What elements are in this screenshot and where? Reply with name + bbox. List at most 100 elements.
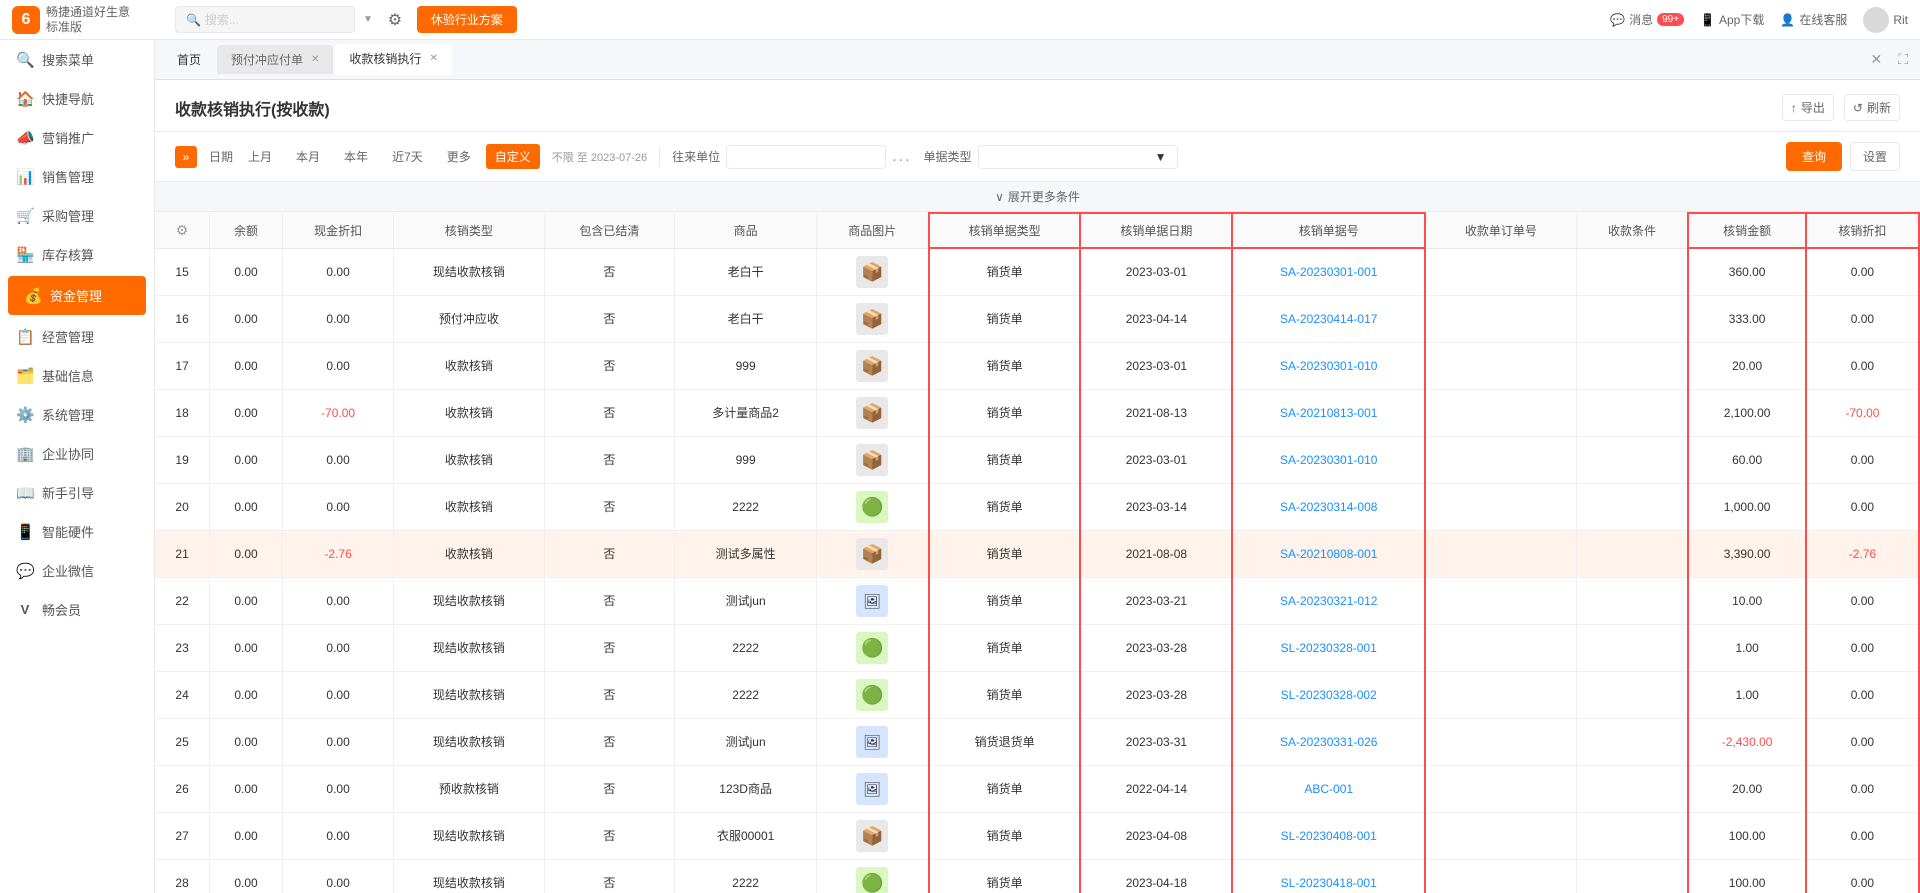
search-menu-icon: 🔍 xyxy=(16,51,34,69)
dropdown-arrow-icon[interactable]: ▼ xyxy=(363,14,373,25)
td-balance: 0.00 xyxy=(210,436,283,483)
verify-no-link[interactable]: SL-20230418-001 xyxy=(1281,876,1377,890)
expand-icon: ∨ xyxy=(995,190,1004,204)
verify-no-link[interactable]: SA-20230301-010 xyxy=(1280,359,1377,373)
purchase-icon: 🛒 xyxy=(16,207,34,225)
td-include-settled: 否 xyxy=(544,624,675,671)
td-cash-discount: -70.00 xyxy=(282,389,393,436)
verify-no-link[interactable]: SA-20230314-008 xyxy=(1280,500,1377,514)
verify-no-link[interactable]: SA-20210813-001 xyxy=(1280,406,1377,420)
filter-toggle-button[interactable]: » xyxy=(175,146,197,168)
this-year-btn[interactable]: 本年 xyxy=(335,144,377,169)
product-image: 🖼 xyxy=(856,773,888,805)
top-bar-center: 🔍 搜索... ▼ ⚙ 休验行业方案 xyxy=(175,6,1602,34)
sidebar-item-hardware[interactable]: 📱 智能硬件 xyxy=(0,512,154,551)
settings-button[interactable]: 设置 xyxy=(1850,142,1900,171)
gear-button[interactable]: ⚙ xyxy=(381,6,409,34)
message-button[interactable]: 💬 消息 99+ xyxy=(1610,11,1684,28)
verify-no-link[interactable]: SA-20230414-017 xyxy=(1280,312,1377,326)
tab-prepay-close-icon[interactable]: ✕ xyxy=(311,54,319,65)
date-filter-label: 日期 xyxy=(209,148,233,165)
close-window-icon[interactable]: ✕ xyxy=(1866,47,1886,72)
td-row-num: 23 xyxy=(155,624,210,671)
top-search[interactable]: 🔍 搜索... xyxy=(175,6,355,33)
product-image: 📦 xyxy=(856,303,888,335)
td-verify-discount: 0.00 xyxy=(1806,295,1919,342)
td-cash-discount: 0.00 xyxy=(282,436,393,483)
th-goods: 商品 xyxy=(675,213,817,248)
sidebar-item-basic-info[interactable]: 🗂️ 基础信息 xyxy=(0,356,154,395)
sidebar-item-guide[interactable]: 📖 新手引导 xyxy=(0,473,154,512)
column-settings-icon[interactable]: ⚙ xyxy=(176,222,189,238)
sidebar-item-search-menu[interactable]: 🔍 搜索菜单 xyxy=(0,40,154,79)
td-verify-discount: 0.00 xyxy=(1806,624,1919,671)
expand-more-conditions-button[interactable]: ∨ 展开更多条件 xyxy=(995,188,1080,205)
td-verify-discount: 0.00 xyxy=(1806,436,1919,483)
sidebar-item-corp[interactable]: 🏢 企业协同 xyxy=(0,434,154,473)
verify-no-link[interactable]: SA-20230331-026 xyxy=(1280,735,1377,749)
sidebar-item-wechat[interactable]: 💬 企业微信 xyxy=(0,551,154,590)
sidebar-item-quick-nav[interactable]: 🏠 快捷导航 xyxy=(0,79,154,118)
product-image: 📦 xyxy=(856,820,888,852)
td-collection-order xyxy=(1425,624,1576,671)
sidebar-item-system[interactable]: ⚙️ 系统管理 xyxy=(0,395,154,434)
last-month-btn[interactable]: 上月 xyxy=(239,144,281,169)
sidebar-item-finance[interactable]: 💰 资金管理 xyxy=(8,276,146,315)
industry-solution-button[interactable]: 休验行业方案 xyxy=(417,6,517,33)
td-verify-bill-type: 销货退货单 xyxy=(929,718,1081,765)
refresh-button[interactable]: ↺ 刷新 xyxy=(1844,94,1900,121)
verify-no-link[interactable]: SA-20230301-010 xyxy=(1280,453,1377,467)
query-button[interactable]: 查询 xyxy=(1786,142,1842,171)
td-balance: 0.00 xyxy=(210,295,283,342)
verify-no-link[interactable]: SA-20230301-001 xyxy=(1280,265,1377,279)
app-download-button[interactable]: 📱 App下载 xyxy=(1700,11,1764,28)
verify-no-link[interactable]: ABC-001 xyxy=(1304,782,1353,796)
export-button[interactable]: ↑ 导出 xyxy=(1782,94,1834,121)
online-service-button[interactable]: 👤 在线客服 xyxy=(1780,11,1847,28)
sidebar-item-sales[interactable]: 📊 销售管理 xyxy=(0,157,154,196)
sidebar-item-member[interactable]: V 畅会员 xyxy=(0,590,154,629)
sidebar-item-marketing[interactable]: 📣 营销推广 xyxy=(0,118,154,157)
td-verify-amount: 1,000.00 xyxy=(1688,483,1805,530)
table-container[interactable]: ⚙ 余额 现金折扣 核销类型 包含已结清 商品 商品图片 核销单据类型 核销单据… xyxy=(155,212,1920,893)
tab-collection[interactable]: 收款核销执行 ✕ xyxy=(335,44,451,75)
sidebar-item-inventory[interactable]: 🏪 库存核算 xyxy=(0,235,154,274)
td-include-settled: 否 xyxy=(544,671,675,718)
user-info[interactable]: Rit xyxy=(1863,7,1908,33)
verify-no-link[interactable]: SL-20230408-001 xyxy=(1281,829,1377,843)
product-image: 📦 xyxy=(856,444,888,476)
maximize-icon[interactable]: ⛶ xyxy=(1894,47,1912,72)
td-balance: 0.00 xyxy=(210,671,283,718)
product-image: 🖼 xyxy=(856,726,888,758)
custom-date-btn[interactable]: 自定义 xyxy=(486,144,540,169)
filter-divider-1 xyxy=(659,147,660,167)
td-cash-discount: 0.00 xyxy=(282,812,393,859)
td-verify-discount: 0.00 xyxy=(1806,342,1919,389)
sidebar-item-operation[interactable]: 📋 经营管理 xyxy=(0,317,154,356)
more-date-btn[interactable]: 更多 xyxy=(438,144,480,169)
td-verify-type: 收款核销 xyxy=(394,436,544,483)
product-image: 🖼 xyxy=(856,585,888,617)
product-image: 📦 xyxy=(856,538,888,570)
td-verify-amount: 10.00 xyxy=(1688,577,1805,624)
tab-home[interactable]: 首页 xyxy=(163,45,215,74)
td-verify-amount: 20.00 xyxy=(1688,765,1805,812)
td-balance: 0.00 xyxy=(210,624,283,671)
verify-no-link[interactable]: SL-20230328-002 xyxy=(1281,688,1377,702)
party-input[interactable] xyxy=(726,145,886,169)
bill-type-select[interactable]: ▼ xyxy=(978,145,1178,169)
td-collection-order xyxy=(1425,718,1576,765)
tab-collection-close-icon[interactable]: ✕ xyxy=(429,53,437,64)
verify-no-link[interactable]: SA-20230321-012 xyxy=(1280,594,1377,608)
verify-no-link[interactable]: SA-20210808-001 xyxy=(1280,547,1377,561)
td-include-settled: 否 xyxy=(544,577,675,624)
tab-prepay[interactable]: 预付冲应付单 ✕ xyxy=(217,45,333,74)
verify-no-link[interactable]: SL-20230328-001 xyxy=(1281,641,1377,655)
avatar xyxy=(1863,7,1889,33)
sidebar-item-purchase[interactable]: 🛒 采购管理 xyxy=(0,196,154,235)
this-month-btn[interactable]: 本月 xyxy=(287,144,329,169)
td-goods-img: 📦 xyxy=(816,812,928,859)
last-7days-btn[interactable]: 近7天 xyxy=(383,144,432,169)
product-image: 🟢 xyxy=(856,632,888,664)
td-collection-condition xyxy=(1576,483,1688,530)
